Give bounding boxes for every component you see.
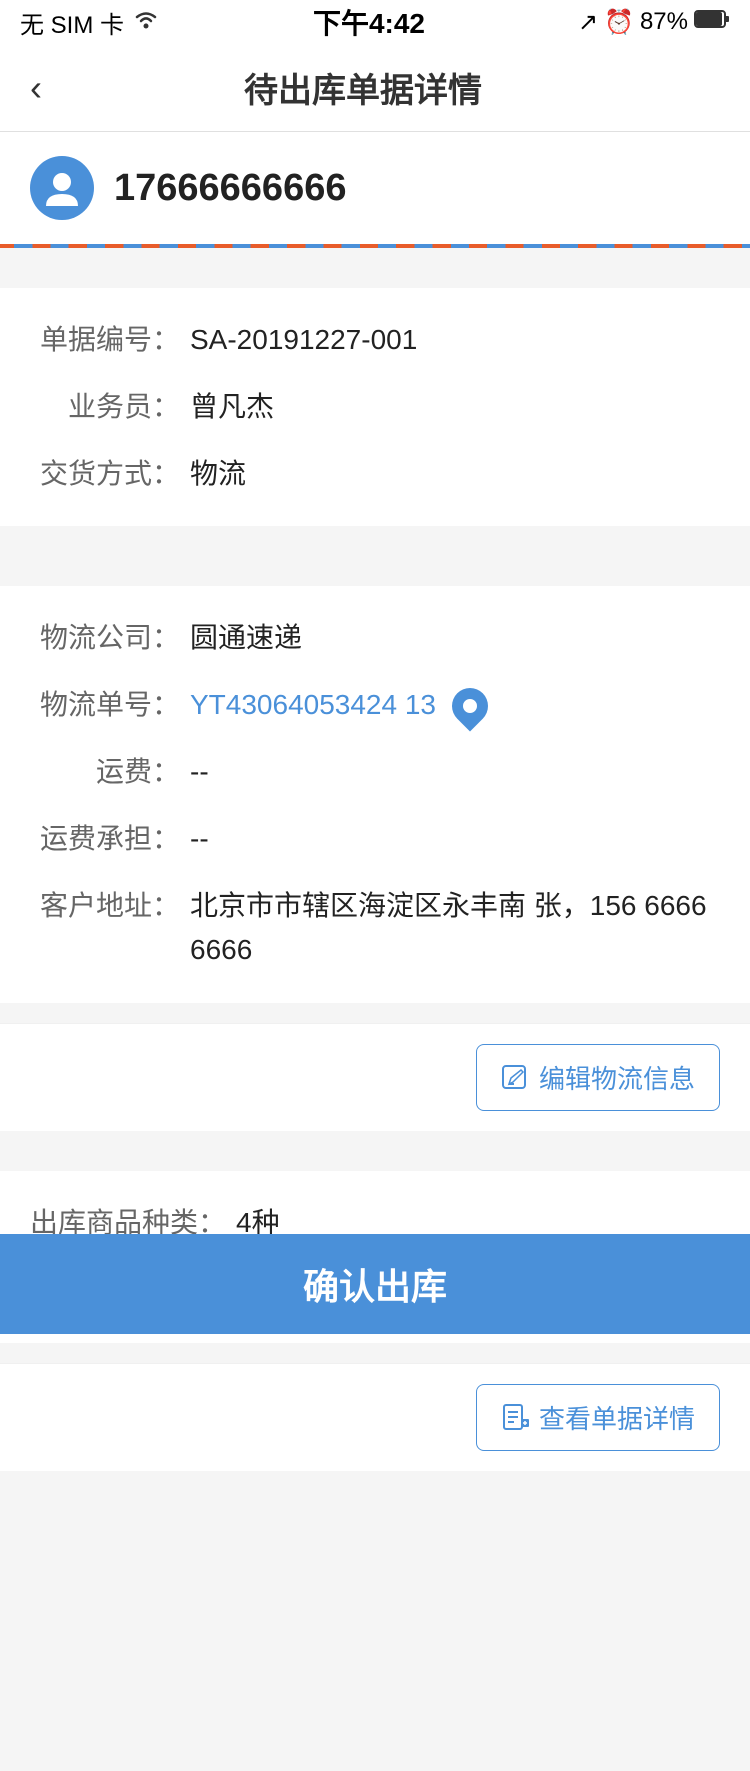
bottom-spacer: [0, 1471, 750, 1671]
document-icon: [501, 1403, 529, 1431]
freight-label: 运费：: [30, 750, 190, 795]
logistics-company-row: 物流公司： 圆通速递: [30, 616, 720, 661]
customer-phone: 17666666666: [114, 167, 346, 210]
status-left: 无 SIM 卡: [20, 5, 160, 40]
customer-header: 17666666666: [0, 132, 750, 248]
edit-logistics-label: 编辑物流信息: [539, 1059, 695, 1096]
tracking-no-row: 物流单号： YT43064053424 13: [30, 683, 720, 728]
salesman-row: 业务员： 曾凡杰: [30, 385, 720, 430]
delivery-value: 物流: [190, 452, 720, 497]
freight-bear-label: 运费承担：: [30, 817, 190, 862]
freight-value: --: [190, 750, 720, 795]
basic-info-section: 单据编号： SA-20191227-001 业务员： 曾凡杰 交货方式： 物流: [0, 288, 750, 526]
freight-bear-value: --: [190, 817, 720, 862]
confirm-button[interactable]: 确认出库: [0, 1234, 750, 1334]
logistics-company-value: 圆通速递: [190, 616, 720, 661]
location-pin-icon[interactable]: [445, 680, 496, 731]
address-row: 客户地址： 北京市市辖区海淀区永丰南 张，156 6666 6666: [30, 884, 720, 974]
logistics-section: 物流公司： 圆通速递 物流单号： YT43064053424 13 运费： --…: [0, 586, 750, 1003]
view-detail-row: 查看单据详情: [0, 1363, 750, 1471]
page-title: 待出库单据详情: [62, 63, 664, 112]
divider-1: [0, 248, 750, 268]
tracking-no-label: 物流单号：: [30, 683, 190, 728]
back-button[interactable]: ‹: [30, 67, 42, 109]
wifi-icon: [132, 8, 160, 36]
order-no-label: 单据编号：: [30, 318, 190, 363]
edit-icon: [501, 1064, 529, 1092]
freight-bear-row: 运费承担： --: [30, 817, 720, 862]
delivery-label: 交货方式：: [30, 452, 190, 497]
alarm-icon: ⏰: [604, 8, 634, 37]
carrier-label: 无 SIM 卡: [20, 5, 124, 40]
address-value: 北京市市辖区海淀区永丰南 张，156 6666 6666: [190, 884, 720, 974]
view-detail-label: 查看单据详情: [539, 1399, 695, 1436]
status-bar: 无 SIM 卡 下午4:42 ↗ ⏰ 87%: [0, 0, 750, 44]
freight-row: 运费： --: [30, 750, 720, 795]
salesman-value: 曾凡杰: [190, 385, 720, 430]
salesman-label: 业务员：: [30, 385, 190, 430]
battery-label: 87%: [640, 8, 688, 36]
edit-logistics-row: 编辑物流信息: [0, 1023, 750, 1131]
nav-bar: ‹ 待出库单据详情: [0, 44, 750, 132]
status-time: 下午4:42: [313, 2, 425, 42]
address-label: 客户地址：: [30, 884, 190, 929]
location-icon: ↗: [578, 8, 598, 37]
tracking-no-container: YT43064053424 13: [190, 683, 488, 728]
avatar: [30, 156, 94, 220]
order-no-value: SA-20191227-001: [190, 318, 720, 363]
edit-logistics-button[interactable]: 编辑物流信息: [476, 1044, 720, 1111]
tracking-no-value: YT43064053424 13: [190, 683, 436, 728]
order-no-row: 单据编号： SA-20191227-001: [30, 318, 720, 363]
battery-icon: [694, 8, 730, 36]
confirm-button-label: 确认出库: [303, 1258, 447, 1310]
delivery-row: 交货方式： 物流: [30, 452, 720, 497]
divider-2: [0, 546, 750, 566]
view-detail-button[interactable]: 查看单据详情: [476, 1384, 720, 1451]
divider-3: [0, 1131, 750, 1151]
status-right: ↗ ⏰ 87%: [578, 8, 730, 37]
logistics-company-label: 物流公司：: [30, 616, 190, 661]
